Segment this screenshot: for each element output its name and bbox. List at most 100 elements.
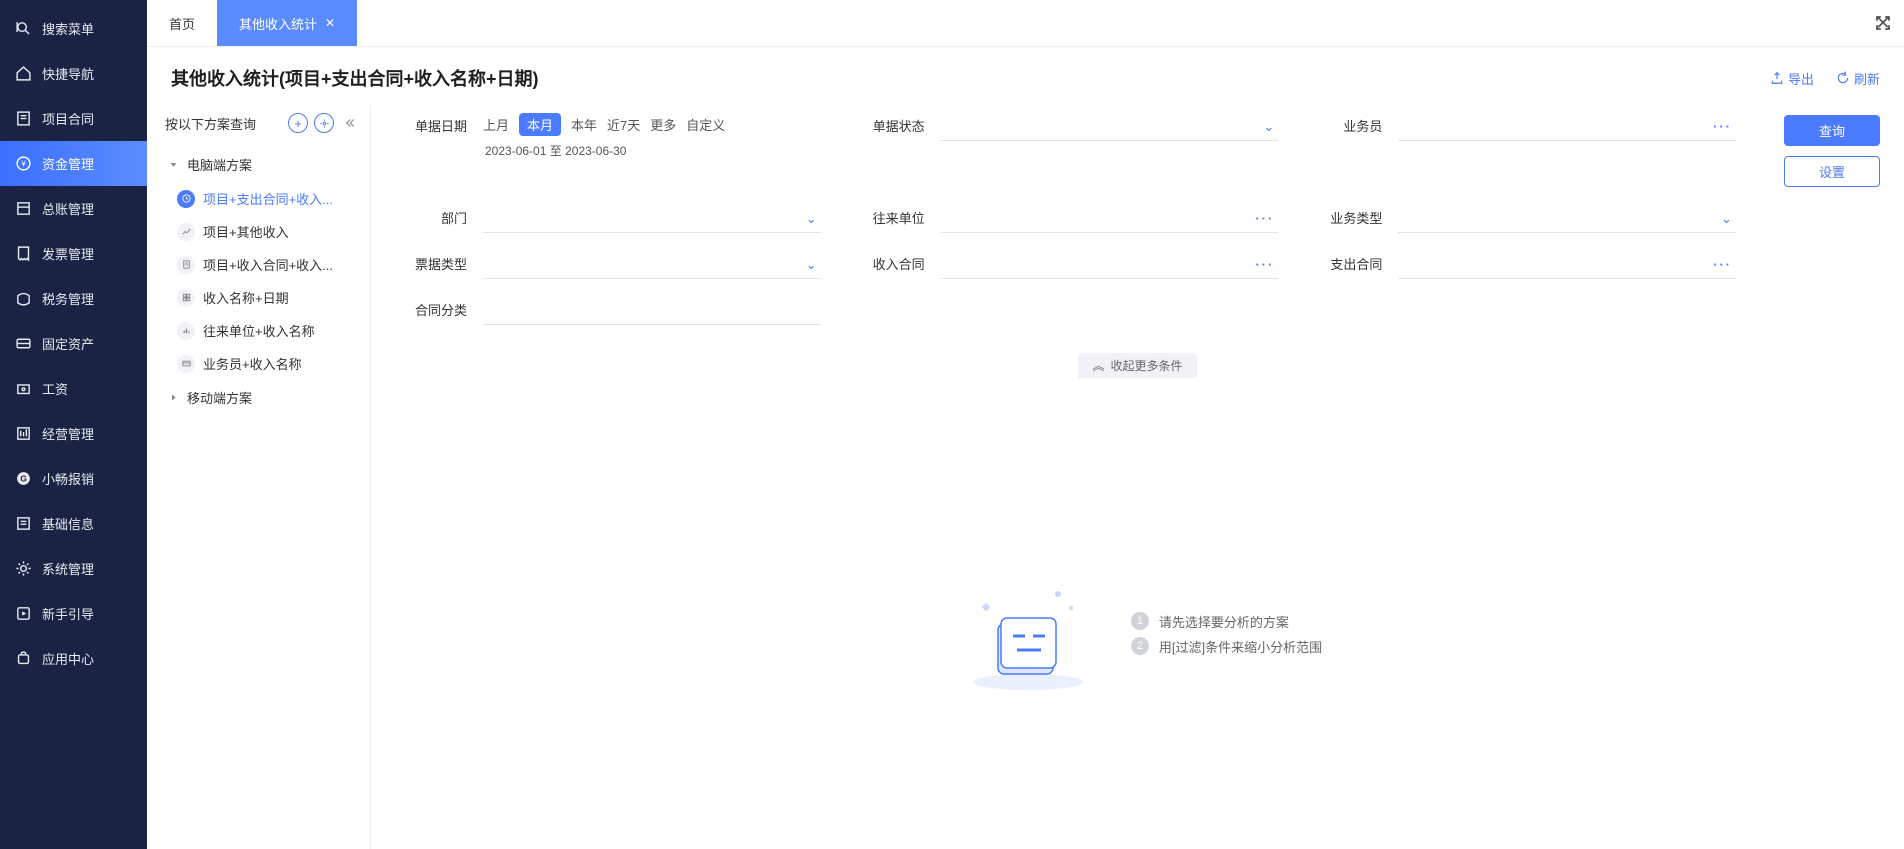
side-item-business[interactable]: 经营管理 (0, 411, 147, 456)
more-icon: ··· (1255, 257, 1274, 272)
side-label: 固定资产 (42, 334, 94, 353)
scheme-item-1[interactable]: 项目+其他收入 (165, 215, 362, 248)
close-icon[interactable]: ✕ (325, 16, 335, 30)
page-header: 其他收入统计(项目+支出合同+收入名称+日期) 导出 刷新 (147, 47, 1904, 105)
asset-icon (14, 335, 32, 353)
filter-panel: 单据日期 上月 本月 本年 近7天 更多 自定义 2023- (371, 105, 1904, 849)
side-item-basic-info[interactable]: 基础信息 (0, 501, 147, 546)
side-item-app-center[interactable]: 应用中心 (0, 636, 147, 681)
side-item-tax[interactable]: 税务管理 (0, 276, 147, 321)
collapse-conditions-button[interactable]: ︽ 收起更多条件 (1078, 353, 1196, 378)
department-select[interactable]: ⌄ (483, 205, 821, 233)
side-item-expense[interactable]: G 小畅报销 (0, 456, 147, 501)
tab-home[interactable]: 首页 (147, 0, 217, 46)
tree-group-mobile[interactable]: 移动端方案 (155, 380, 362, 415)
side-label: 应用中心 (42, 649, 94, 668)
gear-icon (14, 560, 32, 578)
field-label: 合同分类 (411, 297, 483, 319)
side-item-general-ledger[interactable]: 总账管理 (0, 186, 147, 231)
settings-button[interactable]: 设置 (1784, 156, 1880, 187)
side-label: 总账管理 (42, 199, 94, 218)
fund-icon: ¥ (14, 155, 32, 173)
field-label: 业务类型 (1326, 205, 1398, 227)
scheme-item-2[interactable]: 项目+收入合同+收入... (165, 248, 362, 281)
refresh-button[interactable]: 刷新 (1836, 69, 1880, 88)
step-text: 请先选择要分析的方案 (1159, 612, 1289, 631)
contract-class-input[interactable] (483, 297, 821, 325)
more-icon: ··· (1255, 211, 1274, 226)
query-button[interactable]: 查询 (1784, 115, 1880, 146)
bar-icon (177, 322, 195, 340)
scheme-label: 业务员+收入名称 (203, 354, 302, 373)
side-item-system[interactable]: 系统管理 (0, 546, 147, 591)
field-label: 票据类型 (411, 251, 483, 273)
empty-state: 1 请先选择要分析的方案 2 用[过滤]条件来缩小分析范围 (371, 378, 1904, 849)
side-item-project-contract[interactable]: 项目合同 (0, 96, 147, 141)
date-opt-more[interactable]: 更多 (650, 115, 676, 134)
svg-text:G: G (20, 473, 27, 483)
contract-icon (14, 110, 32, 128)
side-label: 项目合同 (42, 109, 94, 128)
business-icon (14, 425, 32, 443)
scheme-settings-button[interactable] (314, 113, 334, 133)
field-label: 单据状态 (869, 113, 941, 135)
grid-icon (177, 289, 195, 307)
guide-icon (14, 605, 32, 623)
side-item-quick-nav[interactable]: 快捷导航 (0, 51, 147, 96)
svg-text:¥: ¥ (21, 159, 26, 168)
field-label: 业务员 (1326, 113, 1398, 135)
side-item-search-menu[interactable]: 搜索菜单 (0, 6, 147, 51)
export-button[interactable]: 导出 (1770, 69, 1814, 88)
status-select[interactable]: ⌄ (941, 113, 1279, 141)
side-item-guide[interactable]: 新手引导 (0, 591, 147, 636)
refresh-icon (1836, 71, 1850, 85)
scheme-item-5[interactable]: 业务员+收入名称 (165, 347, 362, 380)
date-opt-this-month[interactable]: 本月 (519, 113, 561, 136)
export-icon (1770, 71, 1784, 85)
chevron-down-icon: ⌄ (1263, 119, 1274, 135)
group-label: 电脑端方案 (187, 155, 252, 174)
ledger-icon (14, 200, 32, 218)
side-label: 新手引导 (42, 604, 94, 623)
chart-icon (177, 223, 195, 241)
date-opt-prev-month[interactable]: 上月 (483, 115, 509, 134)
side-item-fund-management[interactable]: ¥ 资金管理 (0, 141, 147, 186)
salesperson-input[interactable]: ··· (1398, 113, 1736, 141)
scheme-item-0[interactable]: 项目+支出合同+收入... (165, 182, 362, 215)
side-label: 经营管理 (42, 424, 94, 443)
add-scheme-button[interactable]: + (288, 113, 308, 133)
income-contract-input[interactable]: ··· (941, 251, 1279, 279)
empty-step-2: 2 用[过滤]条件来缩小分析范围 (1131, 637, 1322, 656)
field-partner: 往来单位 ··· (869, 205, 1279, 233)
date-opt-7days[interactable]: 近7天 (607, 115, 640, 134)
side-item-salary[interactable]: 工资 (0, 366, 147, 411)
side-label: 发票管理 (42, 244, 94, 263)
scheme-label: 项目+收入合同+收入... (203, 255, 333, 274)
chevron-down-icon: ⌄ (1721, 211, 1732, 227)
tree-group-desktop[interactable]: 电脑端方案 (155, 147, 362, 182)
scheme-item-4[interactable]: 往来单位+收入名称 (165, 314, 362, 347)
field-status: 单据状态 ⌄ (869, 113, 1279, 141)
side-label: 税务管理 (42, 289, 94, 308)
tab-other-income-stats[interactable]: 其他收入统计 ✕ (217, 0, 357, 46)
invoice-icon (14, 245, 32, 263)
export-label: 导出 (1788, 69, 1814, 88)
expense-contract-input[interactable]: ··· (1398, 251, 1736, 279)
biz-type-select[interactable]: ⌄ (1398, 205, 1736, 233)
scheme-item-3[interactable]: 收入名称+日期 (165, 281, 362, 314)
date-opt-this-year[interactable]: 本年 (571, 115, 597, 134)
side-item-fixed-assets[interactable]: 固定资产 (0, 321, 147, 366)
collapse-panel-button[interactable] (340, 114, 358, 132)
ticket-type-select[interactable]: ⌄ (483, 251, 821, 279)
side-label: 搜索菜单 (42, 19, 94, 38)
scheme-label: 项目+其他收入 (203, 222, 289, 241)
card-icon (177, 355, 195, 373)
side-item-invoice[interactable]: 发票管理 (0, 231, 147, 276)
fullscreen-button[interactable] (1874, 14, 1894, 34)
partner-input[interactable]: ··· (941, 205, 1279, 233)
field-label: 收入合同 (869, 251, 941, 273)
date-opt-custom[interactable]: 自定义 (686, 115, 725, 134)
field-ticket-type: 票据类型 ⌄ (411, 251, 821, 279)
empty-step-1: 1 请先选择要分析的方案 (1131, 612, 1322, 631)
side-label: 小畅报销 (42, 469, 94, 488)
